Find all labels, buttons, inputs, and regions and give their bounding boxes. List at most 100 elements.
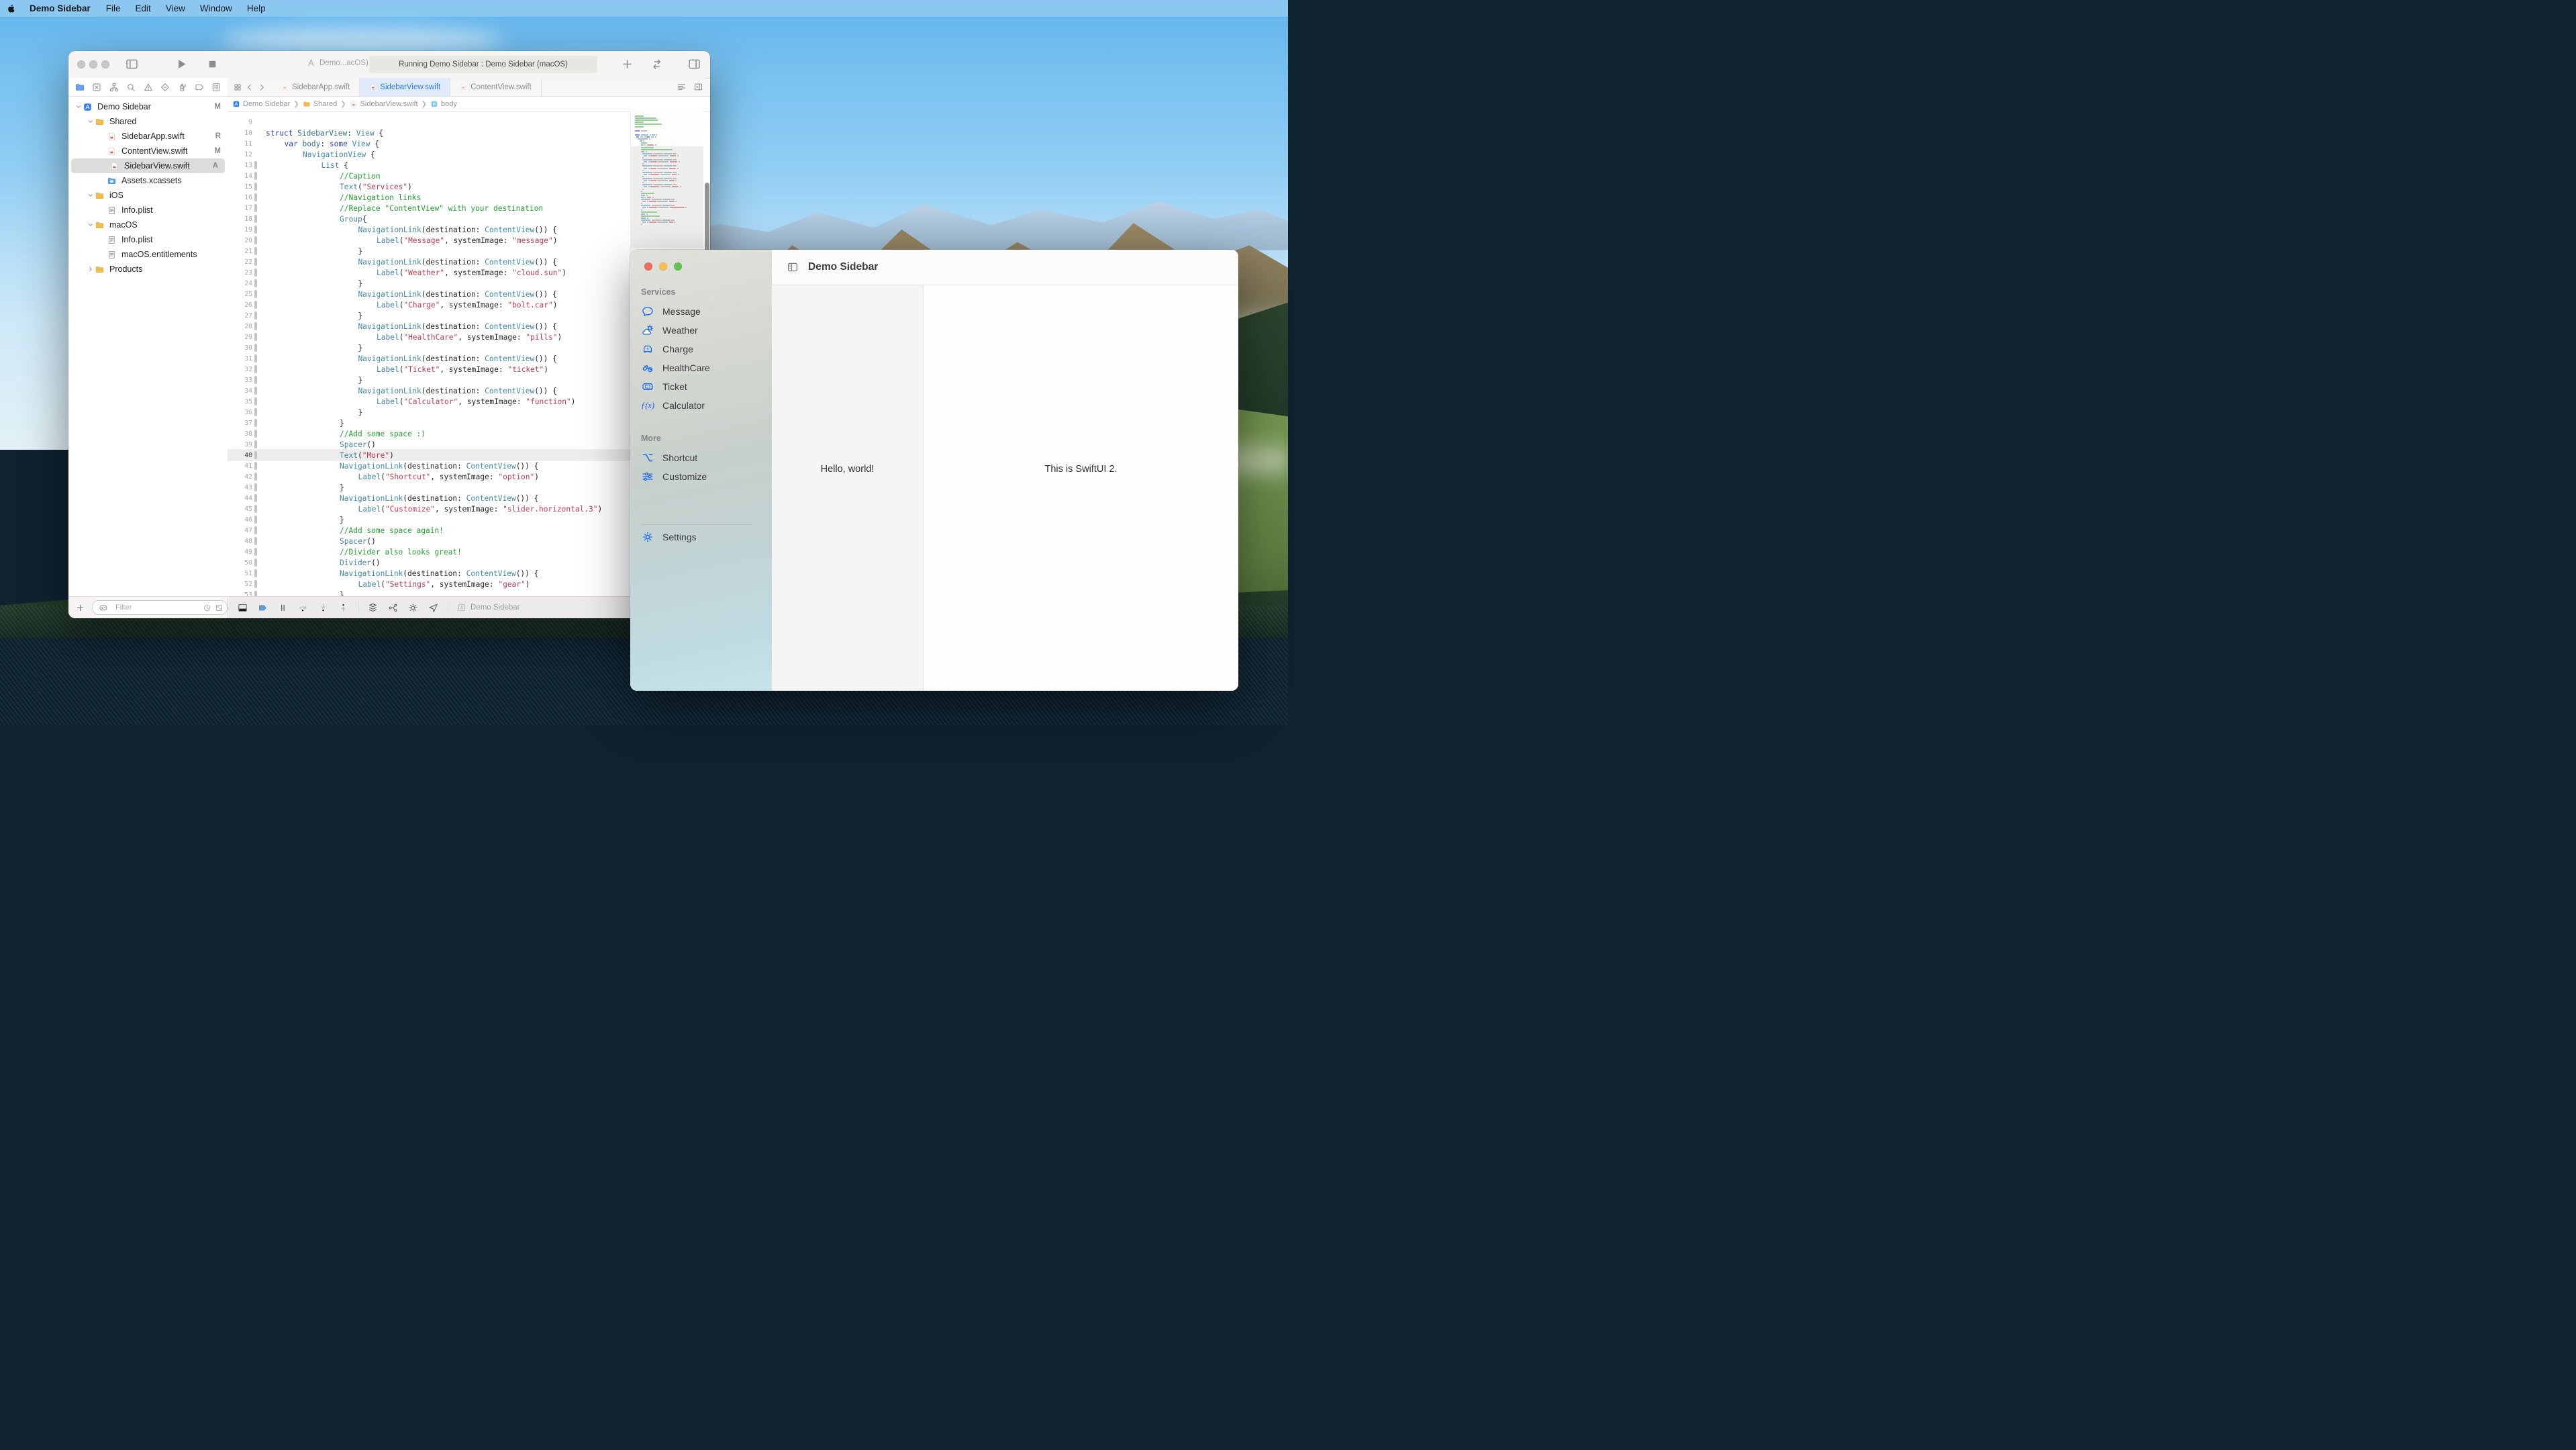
file-tree-row-info-plist[interactable]: Info.plist: [68, 203, 228, 218]
step-into-icon[interactable]: [317, 602, 329, 614]
environment-overrides-icon[interactable]: [407, 602, 419, 614]
close-button[interactable]: [644, 262, 652, 271]
menu-item-view[interactable]: View: [158, 3, 193, 13]
code-line-26[interactable]: 26Label("Charge", systemImage: "bolt.car…: [228, 299, 631, 310]
jump-bar[interactable]: Demo Sidebar❯Shared❯SidebarView.swift❯Pb…: [228, 97, 710, 112]
menu-item-window[interactable]: Window: [193, 3, 240, 13]
filter-field[interactable]: [92, 600, 228, 615]
run-button[interactable]: [175, 57, 189, 71]
navigator-tab-source-control-navigator-icon[interactable]: [89, 80, 104, 95]
navigator-tab-debug-navigator-icon[interactable]: [175, 80, 189, 95]
sidebar-item-shortcut[interactable]: Shortcut: [637, 449, 766, 467]
file-tree-row-shared[interactable]: Shared: [68, 114, 228, 129]
editor-tab-sidebarapp-swift[interactable]: SidebarApp.swift: [272, 78, 360, 96]
go-forward-icon[interactable]: [257, 83, 266, 92]
sidebar-item-customize[interactable]: Customize: [637, 468, 766, 485]
code-line-25[interactable]: 25NavigationLink(destination: ContentVie…: [228, 289, 631, 299]
file-tree-row-demo-sidebar[interactable]: Demo SidebarM: [68, 99, 228, 114]
code-line-27[interactable]: 27}: [228, 310, 631, 321]
navigator-tab-breakpoint-navigator-icon[interactable]: [192, 80, 207, 95]
sidebar-item-charge[interactable]: Charge: [637, 340, 766, 358]
step-out-icon[interactable]: [338, 602, 349, 614]
code-line-14[interactable]: 14//Caption: [228, 171, 631, 181]
code-line-51[interactable]: 51NavigationLink(destination: ContentVie…: [228, 568, 631, 579]
file-tree-row-contentview-swift[interactable]: ContentView.swiftM: [68, 144, 228, 158]
sidebar-toggle-icon[interactable]: [786, 261, 799, 273]
code-line-48[interactable]: 48Spacer(): [228, 536, 631, 546]
zoom-button[interactable]: [674, 262, 682, 271]
breadcrumb-item-body[interactable]: Pbody: [430, 100, 457, 108]
code-line-17[interactable]: 17//Replace "ContentView" with your dest…: [228, 203, 631, 213]
code-line-16[interactable]: 16//Navigation links: [228, 192, 631, 203]
navigator-tab-project-navigator-icon[interactable]: [72, 80, 87, 95]
code-line-24[interactable]: 24}: [228, 278, 631, 289]
code-line-46[interactable]: 46}: [228, 514, 631, 525]
minimize-button[interactable]: [89, 60, 97, 68]
navigator-tab-issue-navigator-icon[interactable]: [141, 80, 156, 95]
hide-debug-area-icon[interactable]: [237, 602, 248, 614]
sidebar-item-settings[interactable]: Settings: [637, 528, 766, 546]
code-line-32[interactable]: 32Label("Ticket", systemImage: "ticket"): [228, 364, 631, 375]
minimize-button[interactable]: [659, 262, 667, 271]
file-tree-row-sidebarview-swift[interactable]: SidebarView.swiftA: [71, 158, 225, 173]
file-tree-row-info-plist[interactable]: Info.plist: [68, 232, 228, 247]
editor-tab-sidebarview-swift[interactable]: SidebarView.swift: [360, 78, 450, 96]
code-line-30[interactable]: 30}: [228, 342, 631, 353]
code-line-50[interactable]: 50Divider(): [228, 557, 631, 568]
code-line-45[interactable]: 45Label("Customize", systemImage: "slide…: [228, 503, 631, 514]
code-line-49[interactable]: 49//Divider also looks great!: [228, 546, 631, 557]
code-line-18[interactable]: 18Group{: [228, 213, 631, 224]
code-line-40[interactable]: 40Text("More"): [228, 450, 631, 461]
code-review-icon[interactable]: [650, 57, 664, 71]
code-line-11[interactable]: 11var body: some View {: [228, 138, 631, 149]
code-line-13[interactable]: 13List {: [228, 160, 631, 171]
apple-menu[interactable]: [0, 3, 23, 13]
code-line-22[interactable]: 22NavigationLink(destination: ContentVie…: [228, 256, 631, 267]
step-over-icon[interactable]: [297, 602, 309, 614]
sidebar-item-weather[interactable]: Weather: [637, 322, 766, 339]
code-line-31[interactable]: 31NavigationLink(destination: ContentVie…: [228, 353, 631, 364]
recent-files-icon[interactable]: [203, 603, 211, 612]
code-line-15[interactable]: 15Text("Services"): [228, 181, 631, 192]
code-line-37[interactable]: 37}: [228, 418, 631, 428]
sidebar-item-calculator[interactable]: ƒ(x)Calculator: [637, 397, 766, 414]
zoom-button[interactable]: [101, 60, 109, 68]
code-line-34[interactable]: 34NavigationLink(destination: ContentVie…: [228, 385, 631, 396]
adjust-editor-icon[interactable]: [677, 82, 687, 92]
add-file-icon[interactable]: [75, 603, 85, 613]
navigator-tab-symbol-navigator-icon[interactable]: [107, 80, 121, 95]
menu-item-file[interactable]: File: [99, 3, 128, 13]
simulate-location-icon[interactable]: [428, 602, 439, 614]
debug-process-label[interactable]: Demo Sidebar: [457, 603, 520, 612]
go-back-icon[interactable]: [245, 83, 254, 92]
stop-button[interactable]: [205, 57, 219, 71]
toggle-inspector-icon[interactable]: [687, 57, 701, 71]
chevron-down-icon[interactable]: [74, 103, 83, 110]
breadcrumb-item-sidebarview-swift[interactable]: SidebarView.swift: [350, 100, 418, 108]
code-line-36[interactable]: 36}: [228, 407, 631, 418]
code-line-33[interactable]: 33}: [228, 375, 631, 385]
code-line-42[interactable]: 42Label("Shortcut", systemImage: "option…: [228, 471, 631, 482]
breadcrumb-item-demo-sidebar[interactable]: Demo Sidebar: [232, 100, 290, 108]
code-line-28[interactable]: 28NavigationLink(destination: ContentVie…: [228, 321, 631, 332]
navigator-tab-test-navigator-icon[interactable]: [158, 80, 172, 95]
navigator-tab-report-navigator-icon[interactable]: [209, 80, 224, 95]
filter-input[interactable]: [114, 603, 199, 612]
file-tree-row-products[interactable]: Products: [68, 262, 228, 277]
code-line-44[interactable]: 44NavigationLink(destination: ContentVie…: [228, 493, 631, 503]
code-line-35[interactable]: 35Label("Calculator", systemImage: "func…: [228, 396, 631, 407]
code-line-21[interactable]: 21}: [228, 246, 631, 256]
file-tree-row-sidebarapp-swift[interactable]: SidebarApp.swiftR: [68, 129, 228, 144]
code-line-9[interactable]: 9: [228, 117, 631, 128]
breadcrumb-item-shared[interactable]: Shared: [303, 100, 337, 108]
breakpoints-toggle-icon[interactable]: [257, 602, 268, 614]
sidebar-item-ticket[interactable]: Ticket: [637, 378, 766, 395]
source-code-editor[interactable]: 910struct SidebarView: View {11var body:…: [228, 111, 631, 597]
scheme-name[interactable]: Demo...acOS): [319, 59, 368, 67]
code-line-43[interactable]: 43}: [228, 482, 631, 493]
code-line-12[interactable]: 12NavigationView {: [228, 149, 631, 160]
add-editor-icon[interactable]: [693, 82, 703, 92]
toggle-navigator-icon[interactable]: [125, 57, 139, 71]
code-line-10[interactable]: 10struct SidebarView: View {: [228, 128, 631, 138]
pause-icon[interactable]: [277, 602, 289, 614]
